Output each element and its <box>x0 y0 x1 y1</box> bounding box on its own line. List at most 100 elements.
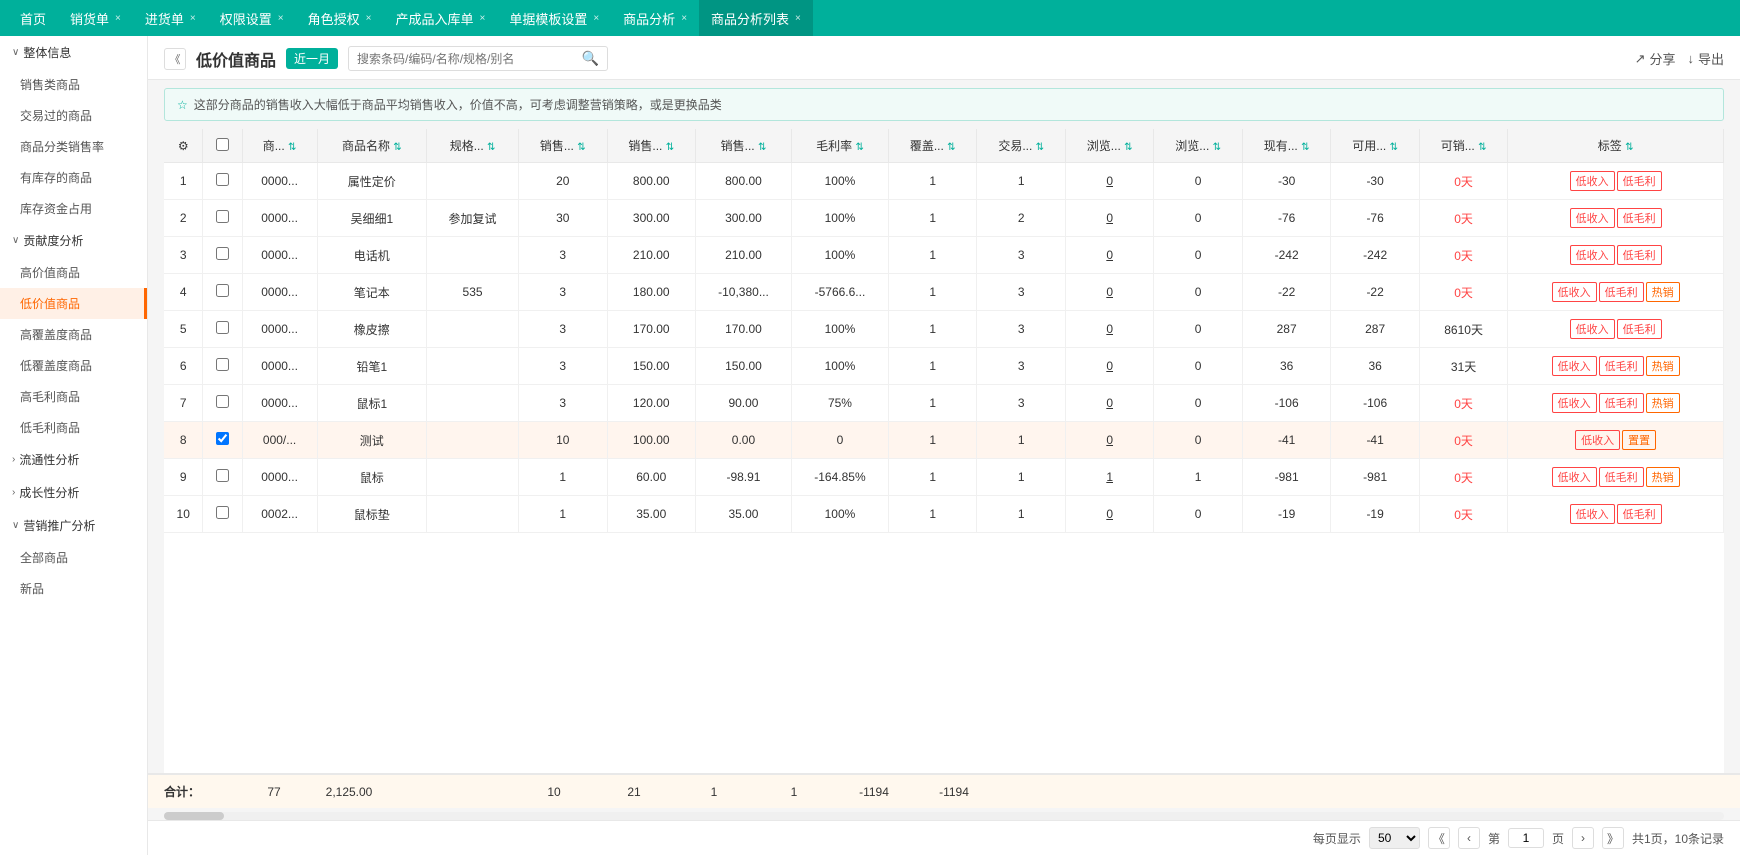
th-stock[interactable]: 现有... ⇅ <box>1242 129 1330 163</box>
sidebar-item-sales-products[interactable]: 销售类商品 <box>0 69 147 100</box>
sidebar-item-stock-capital[interactable]: 库存资金占用 <box>0 193 147 224</box>
th-trade[interactable]: 交易... ⇅ <box>977 129 1065 163</box>
cell-checkbox[interactable] <box>203 274 242 311</box>
nav-product-analysis-list[interactable]: 商品分析列表 × <box>699 0 813 36</box>
nav-role-auth[interactable]: 角色授权 × <box>296 0 384 36</box>
th-price[interactable]: 销售... ⇅ <box>607 129 695 163</box>
row-checkbox[interactable] <box>216 173 229 186</box>
cell-checkbox[interactable] <box>203 237 242 274</box>
nav-close-icon[interactable]: × <box>479 13 485 24</box>
sidebar-section-overall[interactable]: ∨ 整体信息 <box>0 36 147 69</box>
sidebar-item-low-value[interactable]: 低价值商品 <box>0 288 147 319</box>
search-input[interactable] <box>357 52 576 66</box>
sidebar-item-all-products[interactable]: 全部商品 <box>0 542 147 573</box>
scrollbar-thumb[interactable] <box>164 812 224 820</box>
share-button[interactable]: ↗ 分享 <box>1635 49 1676 68</box>
sidebar-item-low-coverage[interactable]: 低覆盖度商品 <box>0 350 147 381</box>
nav-close-icon[interactable]: × <box>190 13 196 24</box>
cell-checkbox[interactable] <box>203 459 242 496</box>
views-link[interactable]: 0 <box>1106 174 1113 188</box>
sidebar-section-marketing[interactable]: ∨ 营销推广分析 <box>0 509 147 542</box>
collapse-sidebar-button[interactable]: 《 <box>164 48 186 70</box>
views-link[interactable]: 0 <box>1106 433 1113 447</box>
page-number-input[interactable] <box>1508 828 1544 848</box>
nav-purchase-order[interactable]: 进货单 × <box>133 0 208 36</box>
th-tags[interactable]: 标签 ⇅ <box>1508 129 1724 163</box>
nav-close-icon[interactable]: × <box>366 13 372 24</box>
nav-close-icon[interactable]: × <box>115 13 121 24</box>
next-page-button[interactable]: › <box>1572 827 1594 849</box>
cell-name: 铅笔1 <box>317 348 427 385</box>
prev-page-button[interactable]: ‹ <box>1458 827 1480 849</box>
th-coverage[interactable]: 覆盖... ⇅ <box>888 129 976 163</box>
cell-checkbox[interactable] <box>203 348 242 385</box>
sidebar-item-category-sales-rate[interactable]: 商品分类销售率 <box>0 131 147 162</box>
views-link[interactable]: 1 <box>1106 470 1113 484</box>
sidebar-item-high-coverage[interactable]: 高覆盖度商品 <box>0 319 147 350</box>
th-views1[interactable]: 浏览... ⇅ <box>1065 129 1153 163</box>
row-checkbox[interactable] <box>216 321 229 334</box>
sidebar-section-circulation[interactable]: › 流通性分析 <box>0 443 147 476</box>
export-button[interactable]: ↓ 导出 <box>1687 49 1724 68</box>
nav-close-icon[interactable]: × <box>593 13 599 24</box>
sidebar-item-traded-products[interactable]: 交易过的商品 <box>0 100 147 131</box>
views-link[interactable]: 0 <box>1106 285 1113 299</box>
row-checkbox[interactable] <box>216 469 229 482</box>
cell-checkbox[interactable] <box>203 200 242 237</box>
sidebar-item-stocked-products[interactable]: 有库存的商品 <box>0 162 147 193</box>
row-checkbox[interactable] <box>216 432 229 445</box>
nav-close-icon[interactable]: × <box>681 13 687 24</box>
views-link[interactable]: 0 <box>1106 359 1113 373</box>
cell-checkbox[interactable] <box>203 311 242 348</box>
th-sales[interactable]: 销售... ⇅ <box>695 129 791 163</box>
nav-permissions[interactable]: 权限设置 × <box>208 0 296 36</box>
nav-close-icon[interactable]: × <box>795 13 801 24</box>
sidebar-item-high-margin[interactable]: 高毛利商品 <box>0 381 147 412</box>
filter-tag[interactable]: 近一月 <box>286 48 338 69</box>
nav-product-warehouse[interactable]: 产成品入库单 × <box>383 0 497 36</box>
views-link[interactable]: 0 <box>1106 248 1113 262</box>
horizontal-scrollbar[interactable] <box>164 812 1724 820</box>
views-link[interactable]: 0 <box>1106 396 1113 410</box>
cell-checkbox[interactable] <box>203 163 242 200</box>
search-icon[interactable]: 🔍 <box>582 50 599 67</box>
row-checkbox[interactable] <box>216 395 229 408</box>
last-page-button[interactable]: 》 <box>1602 827 1624 849</box>
cell-margin: 100% <box>791 237 888 274</box>
th-qty[interactable]: 销售... ⇅ <box>519 129 607 163</box>
sidebar-item-high-value[interactable]: 高价值商品 <box>0 257 147 288</box>
first-page-button[interactable]: 《 <box>1428 827 1450 849</box>
th-checkbox[interactable] <box>203 129 242 163</box>
row-checkbox[interactable] <box>216 358 229 371</box>
th-sellable[interactable]: 可销... ⇅ <box>1419 129 1507 163</box>
select-all-checkbox[interactable] <box>216 138 229 151</box>
th-available[interactable]: 可用... ⇅ <box>1331 129 1419 163</box>
nav-product-analysis[interactable]: 商品分析 × <box>611 0 699 36</box>
th-code[interactable]: 商... ⇅ <box>242 129 317 163</box>
views-link[interactable]: 0 <box>1106 507 1113 521</box>
row-checkbox[interactable] <box>216 210 229 223</box>
views-link[interactable]: 0 <box>1106 211 1113 225</box>
sidebar-item-new-products[interactable]: 新品 <box>0 573 147 604</box>
cell-tags: 低收入低毛利 <box>1508 237 1724 274</box>
cell-checkbox[interactable] <box>203 496 242 533</box>
th-settings[interactable]: ⚙ <box>164 129 203 163</box>
row-checkbox[interactable] <box>216 284 229 297</box>
cell-checkbox[interactable] <box>203 422 242 459</box>
nav-home[interactable]: 首页 <box>8 0 58 36</box>
nav-sales-order[interactable]: 销货单 × <box>58 0 133 36</box>
nav-template-settings[interactable]: 单据模板设置 × <box>497 0 611 36</box>
nav-close-icon[interactable]: × <box>278 13 284 24</box>
views-link[interactable]: 0 <box>1106 322 1113 336</box>
cell-checkbox[interactable] <box>203 385 242 422</box>
row-checkbox[interactable] <box>216 247 229 260</box>
sidebar-item-low-margin[interactable]: 低毛利商品 <box>0 412 147 443</box>
sidebar-section-contribution[interactable]: ∨ 贡献度分析 <box>0 224 147 257</box>
th-views2[interactable]: 浏览... ⇅ <box>1154 129 1242 163</box>
th-margin[interactable]: 毛利率 ⇅ <box>791 129 888 163</box>
th-name[interactable]: 商品名称 ⇅ <box>317 129 427 163</box>
row-checkbox[interactable] <box>216 506 229 519</box>
th-spec[interactable]: 规格... ⇅ <box>427 129 519 163</box>
sidebar-section-growth[interactable]: › 成长性分析 <box>0 476 147 509</box>
page-size-select[interactable]: 50 100 200 <box>1369 827 1420 849</box>
